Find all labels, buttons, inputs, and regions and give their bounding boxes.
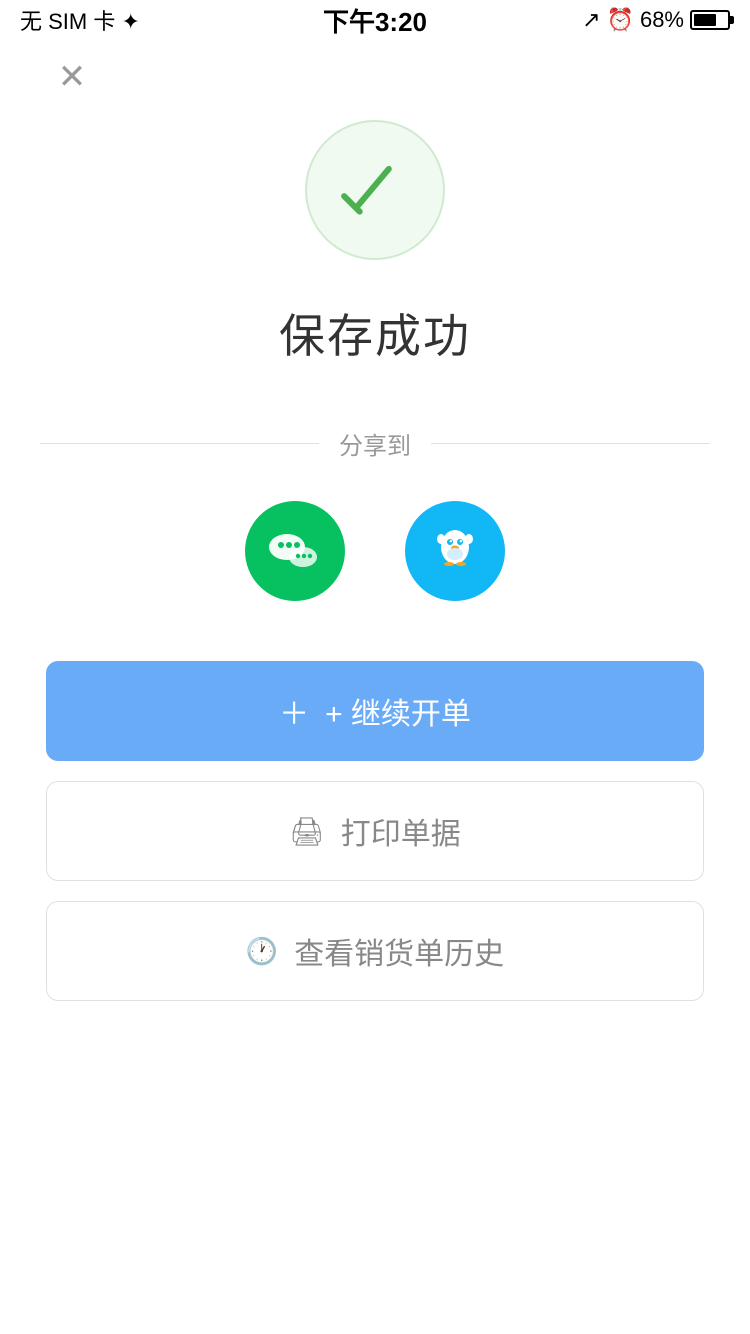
share-section: 分享到 <box>0 426 750 601</box>
status-time: 下午3:20 <box>323 2 427 39</box>
status-right: ↗ ⏰ 68% <box>582 7 730 33</box>
battery-icon <box>690 10 730 30</box>
print-label: 打印单据 <box>341 809 461 853</box>
divider-left <box>40 443 319 444</box>
share-divider: 分享到 <box>40 426 710 461</box>
history-label: 查看销货单历史 <box>294 929 504 973</box>
clock-icon: 🕐 <box>246 936 278 967</box>
main-content: 保存成功 分享到 <box>0 40 750 1001</box>
printer-icon: 🖨 <box>289 815 325 848</box>
print-button[interactable]: 🖨 打印单据 <box>46 781 704 881</box>
status-bar: 无 SIM 卡 ✦ 下午3:20 ↗ ⏰ 68% <box>0 0 750 40</box>
qq-icon <box>427 523 483 579</box>
qq-share-button[interactable] <box>405 501 505 601</box>
divider-right <box>431 443 710 444</box>
actions-section: ＋ + 继续开单 🖨 打印单据 🕐 查看销货单历史 <box>0 661 750 1001</box>
checkmark-icon <box>340 163 410 218</box>
continue-label: + 继续开单 <box>325 689 471 733</box>
wechat-share-button[interactable] <box>245 501 345 601</box>
sim-status: 无 SIM 卡 ✦ <box>20 4 140 36</box>
location-icon: ↗ <box>582 7 600 33</box>
status-left: 无 SIM 卡 ✦ <box>20 4 140 36</box>
close-button[interactable]: ✕ <box>50 55 94 99</box>
battery-percent: 68% <box>640 7 684 33</box>
history-button[interactable]: 🕐 查看销货单历史 <box>46 901 704 1001</box>
wechat-icon <box>265 521 325 581</box>
plus-icon: ＋ <box>279 689 309 733</box>
close-icon: ✕ <box>58 60 87 94</box>
share-icons <box>40 501 710 601</box>
alarm-icon: ⏰ <box>607 7 634 33</box>
continue-button[interactable]: ＋ + 继续开单 <box>46 661 704 761</box>
success-circle <box>305 120 445 260</box>
success-title: 保存成功 <box>279 300 471 366</box>
share-label: 分享到 <box>319 426 431 461</box>
